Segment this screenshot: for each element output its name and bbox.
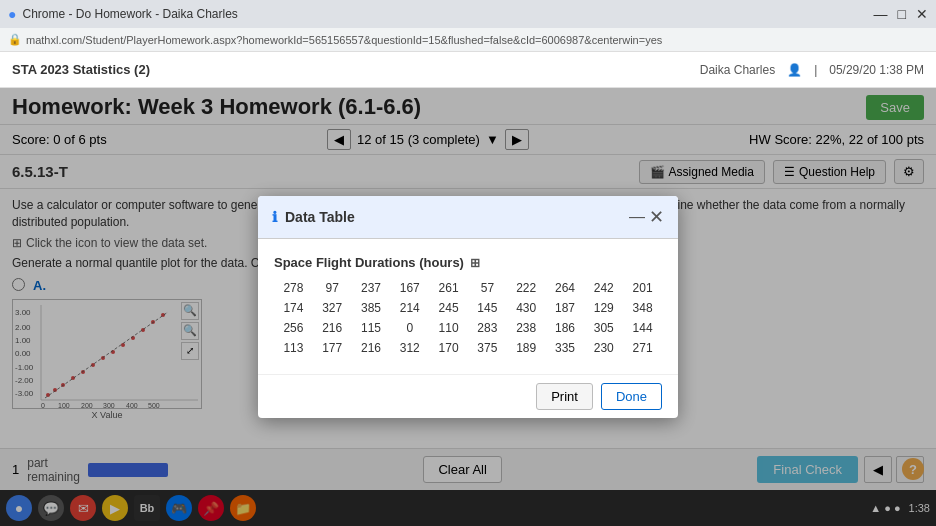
table-cell: 174: [274, 298, 313, 318]
modal-footer: Print Done: [258, 374, 678, 418]
copy-icon[interactable]: ⊞: [470, 256, 480, 270]
modal-body: Space Flight Durations (hours) ⊞ 2789723…: [258, 239, 678, 374]
table-cell: 375: [468, 338, 507, 358]
table-cell: 264: [546, 278, 585, 298]
table-cell: 113: [274, 338, 313, 358]
modal-title-text: Data Table: [285, 209, 355, 225]
table-cell: 242: [584, 278, 623, 298]
url-text: mathxl.com/Student/PlayerHomework.aspx?h…: [26, 34, 662, 46]
user-info-section: Daika Charles 👤 | 05/29/20 1:38 PM: [700, 63, 924, 77]
table-cell: 186: [546, 318, 585, 338]
table-cell: 216: [313, 318, 352, 338]
course-title: STA 2023 Statistics (2): [12, 62, 150, 77]
table-cell: 167: [390, 278, 429, 298]
modal-title-section: ℹ Data Table: [272, 209, 355, 225]
modal-header: ℹ Data Table — ✕: [258, 196, 678, 239]
table-cell: 278: [274, 278, 313, 298]
info-icon: ℹ: [272, 209, 277, 225]
table-cell: 222: [507, 278, 546, 298]
table-cell: 327: [313, 298, 352, 318]
table-cell: 245: [429, 298, 468, 318]
table-cell: 385: [352, 298, 391, 318]
table-cell: 216: [352, 338, 391, 358]
table-cell: 430: [507, 298, 546, 318]
table-cell: 312: [390, 338, 429, 358]
user-name: Daika Charles: [700, 63, 775, 77]
date-time: 05/29/20 1:38 PM: [829, 63, 924, 77]
table-cell: 230: [584, 338, 623, 358]
table-cell: 237: [352, 278, 391, 298]
top-nav: STA 2023 Statistics (2) Daika Charles 👤 …: [0, 52, 936, 88]
table-cell: 305: [584, 318, 623, 338]
done-button[interactable]: Done: [601, 383, 662, 410]
table-cell: 57: [468, 278, 507, 298]
table-cell: 201: [623, 278, 662, 298]
modal-minimize-button[interactable]: —: [629, 208, 645, 226]
table-cell: 115: [352, 318, 391, 338]
modal-overlay: ℹ Data Table — ✕ Space Flight Durations …: [0, 88, 936, 526]
table-cell: 97: [313, 278, 352, 298]
maximize-button[interactable]: □: [898, 6, 906, 22]
user-icon: 👤: [787, 63, 802, 77]
window-title: Chrome - Do Homework - Daika Charles: [22, 7, 873, 21]
table-cell: 170: [429, 338, 468, 358]
table-cell: 261: [429, 278, 468, 298]
minimize-button[interactable]: —: [874, 6, 888, 22]
table-cell: 145: [468, 298, 507, 318]
data-table-modal: ℹ Data Table — ✕ Space Flight Durations …: [258, 196, 678, 418]
table-cell: 0: [390, 318, 429, 338]
separator: |: [814, 63, 817, 77]
table-cell: 238: [507, 318, 546, 338]
title-bar: ● Chrome - Do Homework - Daika Charles —…: [0, 0, 936, 28]
window-controls[interactable]: — □ ✕: [874, 6, 928, 22]
table-cell: 129: [584, 298, 623, 318]
table-cell: 144: [623, 318, 662, 338]
close-button[interactable]: ✕: [916, 6, 928, 22]
table-title-text: Space Flight Durations (hours): [274, 255, 464, 270]
table-cell: 348: [623, 298, 662, 318]
table-row: 113177216312170375189335230271: [274, 338, 662, 358]
table-cell: 187: [546, 298, 585, 318]
table-row: 174327385214245145430187129348: [274, 298, 662, 318]
table-row: 2789723716726157222264242201: [274, 278, 662, 298]
table-cell: 214: [390, 298, 429, 318]
table-cell: 110: [429, 318, 468, 338]
modal-close-button[interactable]: ✕: [649, 206, 664, 228]
table-cell: 271: [623, 338, 662, 358]
table-cell: 335: [546, 338, 585, 358]
address-bar: 🔒 mathxl.com/Student/PlayerHomework.aspx…: [0, 28, 936, 52]
modal-controls[interactable]: — ✕: [629, 206, 664, 228]
chrome-icon: ●: [8, 6, 16, 22]
table-cell: 189: [507, 338, 546, 358]
data-table: 2789723716726157222264242201174327385214…: [274, 278, 662, 358]
table-cell: 177: [313, 338, 352, 358]
print-button[interactable]: Print: [536, 383, 593, 410]
table-title: Space Flight Durations (hours) ⊞: [274, 255, 662, 270]
table-cell: 256: [274, 318, 313, 338]
table-cell: 283: [468, 318, 507, 338]
lock-icon: 🔒: [8, 33, 22, 46]
table-row: 2562161150110283238186305144: [274, 318, 662, 338]
